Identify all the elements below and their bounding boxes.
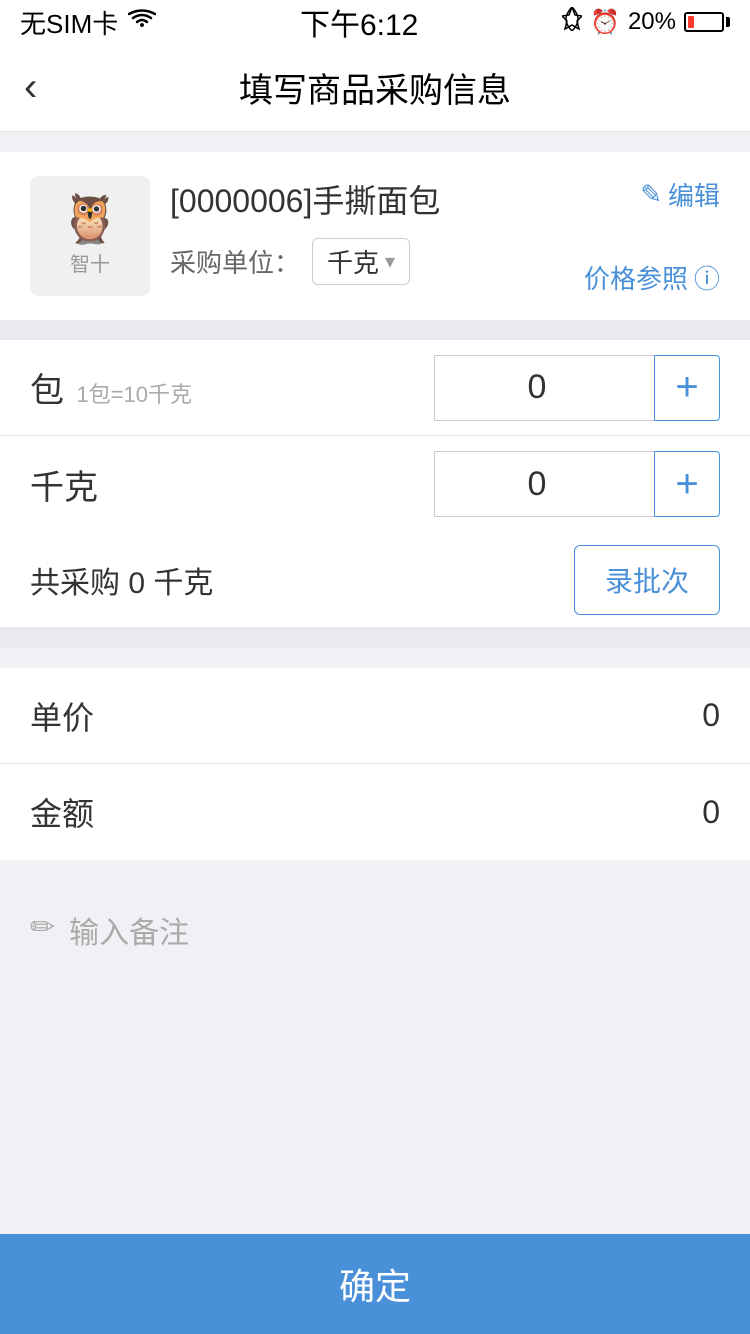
bao-input[interactable] (434, 355, 654, 421)
kg-label-group: 千克 (30, 460, 434, 509)
unit-price-row: 单价 0 (0, 668, 750, 764)
section-divider-1 (0, 320, 750, 340)
price-reference-button[interactable]: 价格参照 ⓘ (584, 259, 720, 296)
status-bar-left: 无SIM卡 (20, 4, 156, 41)
bao-input-row: 包 1包=10千克 + (0, 340, 750, 436)
summary-unit: 千克 (153, 567, 213, 600)
wifi-icon (128, 7, 156, 38)
bao-controls: + (434, 355, 720, 421)
product-thumbnail: 🦉 智十 (30, 176, 150, 296)
back-button[interactable]: ‹ (24, 65, 37, 110)
amount-value: 0 (702, 794, 720, 831)
batch-button[interactable]: 录批次 (574, 545, 720, 615)
notes-section[interactable]: ✏ 输入备注 (0, 880, 750, 980)
unit-price-label: 单价 (30, 693, 94, 739)
purchase-unit-label: 采购单位： (170, 243, 300, 280)
summary-text: 共采购 0 千克 (30, 558, 213, 602)
product-name: [0000006]手撕面包 (170, 176, 720, 222)
unit-dropdown[interactable]: 千克 ▾ (312, 238, 410, 285)
dropdown-arrow-icon: ▾ (385, 249, 395, 274)
summary-row: 共采购 0 千克 录批次 (0, 532, 750, 628)
status-time: 下午6:12 (300, 0, 418, 44)
notes-placeholder: 输入备注 (69, 908, 189, 952)
product-owl-label: 智十 (70, 248, 110, 277)
summary-amount: 0 (128, 567, 145, 600)
product-card: 🦉 智十 [0000006]手撕面包 采购单位： 千克 ▾ ✎ 编辑 价格参照 … (0, 152, 750, 320)
nav-bar: ‹ 填写商品采购信息 (0, 44, 750, 132)
amount-label: 金额 (30, 789, 94, 835)
status-bar: 无SIM卡 下午6:12 ⏰ 20% (0, 0, 750, 44)
price-ref-label: 价格参照 (584, 259, 688, 296)
content-spacer (0, 980, 750, 1180)
bao-label: 包 (30, 372, 64, 410)
bao-label-group: 包 1包=10千克 (30, 363, 434, 412)
summary-prefix: 共采购 (30, 567, 120, 600)
battery-icon (684, 12, 730, 32)
battery-percent: 20% (628, 8, 676, 36)
alarm-icon: ⏰ (590, 8, 620, 37)
product-owl-icon: 🦉 (60, 196, 120, 244)
edit-button[interactable]: ✎ 编辑 (640, 176, 720, 213)
edit-label: 编辑 (668, 176, 720, 213)
confirm-button[interactable]: 确定 (0, 1234, 750, 1334)
unit-value: 千克 (327, 243, 379, 280)
amount-row: 金额 0 (0, 764, 750, 860)
input-section: 包 1包=10千克 + 千克 + (0, 340, 750, 532)
price-section: 单价 0 金额 0 (0, 668, 750, 860)
kg-plus-button[interactable]: + (654, 451, 720, 517)
section-divider-2 (0, 628, 750, 648)
kg-label: 千克 (30, 469, 98, 507)
pencil-icon: ✏ (30, 910, 55, 945)
help-icon: ⓘ (694, 259, 720, 296)
location-icon (562, 7, 582, 38)
bao-sublabel: 1包=10千克 (76, 382, 192, 407)
kg-input-row: 千克 + (0, 436, 750, 532)
kg-controls: + (434, 451, 720, 517)
carrier-label: 无SIM卡 (20, 4, 118, 41)
page-title: 填写商品采购信息 (239, 63, 511, 112)
kg-input[interactable] (434, 451, 654, 517)
status-bar-right: ⏰ 20% (562, 7, 730, 38)
edit-icon: ✎ (640, 179, 662, 210)
unit-price-value: 0 (702, 697, 720, 734)
bao-plus-button[interactable]: + (654, 355, 720, 421)
